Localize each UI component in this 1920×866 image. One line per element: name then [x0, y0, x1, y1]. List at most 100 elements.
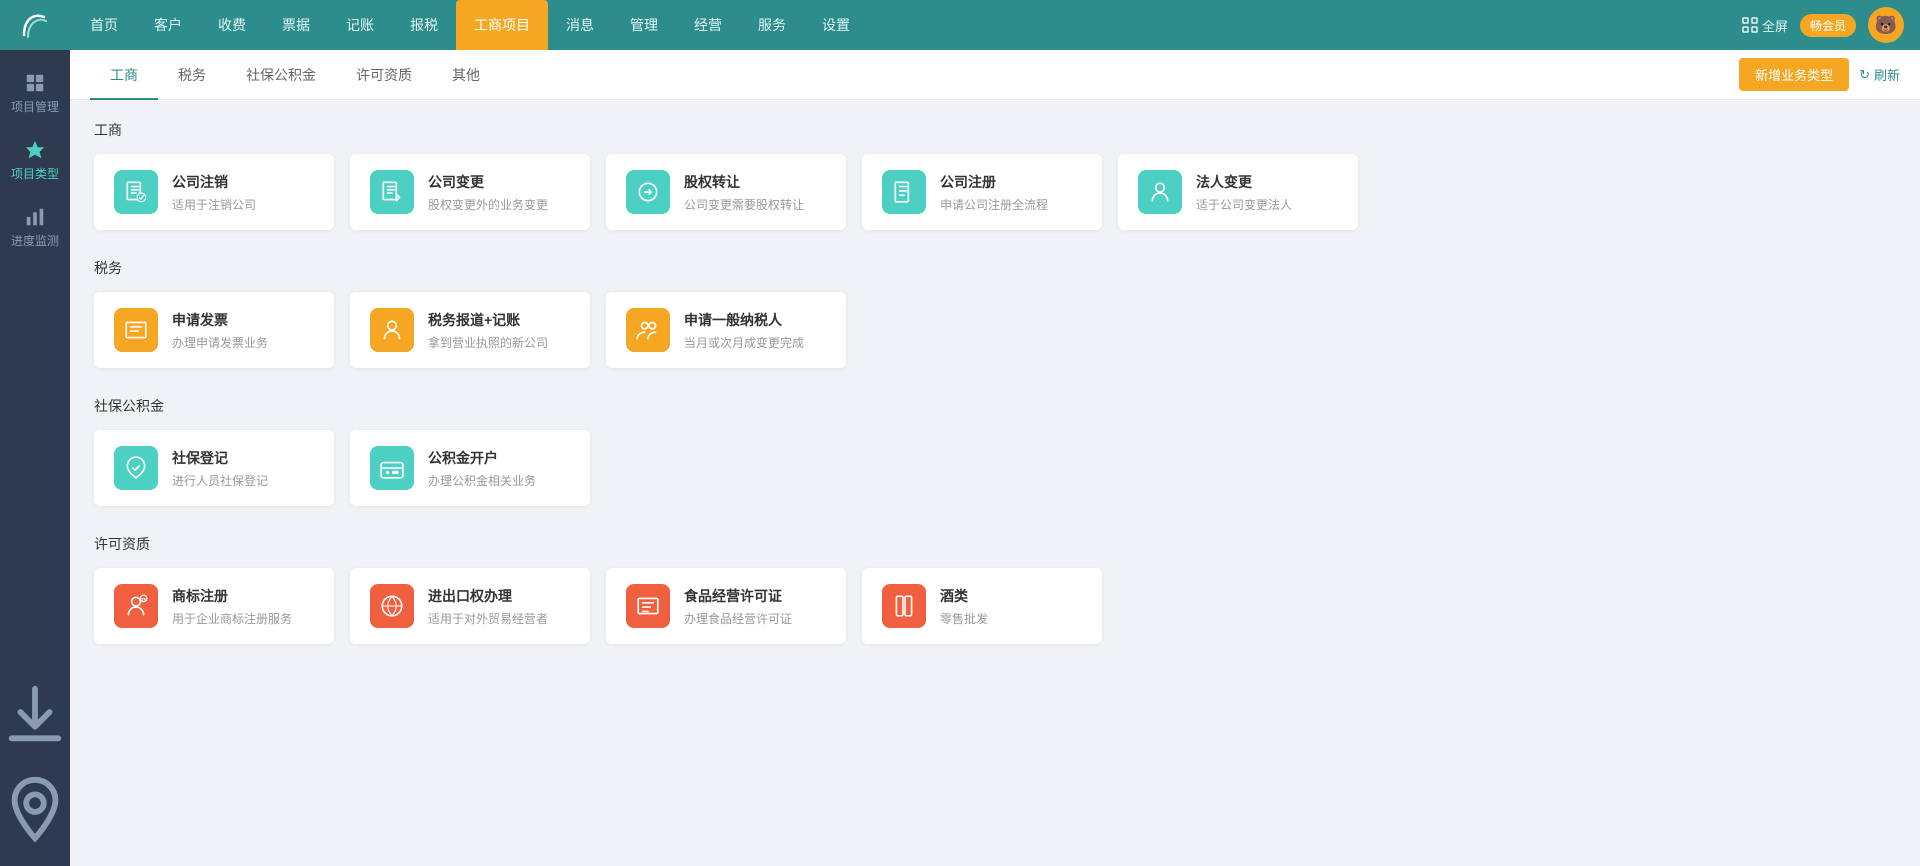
cards-grid-shebao: 社保登记 进行人员社保登记 公积金开户: [94, 430, 1896, 506]
sidebar-label-type: 项目类型: [11, 165, 59, 182]
card-icon-import-export: [370, 584, 414, 628]
fullscreen-label: 全屏: [1762, 16, 1788, 35]
card-desc-trademark: 用于企业商标注册服务: [172, 610, 292, 627]
scroll-content[interactable]: 工商 公司注销 适用于注销公司: [70, 100, 1920, 866]
card-info-apply-invoice: 申请发票 办理申请发票业务: [172, 310, 268, 351]
card-icon-equity-transfer: [626, 170, 670, 214]
card-company-change[interactable]: 公司变更 股权变更外的业务变更: [350, 154, 590, 230]
top-navigation: 首页客户收费票据记账报税工商项目消息管理经营服务设置 全屏 畅会员 🐻: [0, 0, 1920, 50]
refresh-button[interactable]: ↻ 刷新: [1859, 65, 1900, 84]
card-icon-food-license: [626, 584, 670, 628]
card-desc-company-cancel: 适用于注销公司: [172, 196, 256, 213]
card-food-license[interactable]: 食品经营许可证 办理食品经营许可证: [606, 568, 846, 644]
card-trademark[interactable]: TM 商标注册 用于企业商标注册服务: [94, 568, 334, 644]
top-nav-item-0[interactable]: 首页: [72, 0, 136, 50]
sidebar-item-project-type[interactable]: 项目类型: [0, 127, 70, 194]
card-alcohol[interactable]: 酒类 零售批发: [862, 568, 1102, 644]
card-title-import-export: 进出口权办理: [428, 586, 548, 606]
top-nav-item-10[interactable]: 服务: [740, 0, 804, 50]
card-title-social-insurance: 社保登记: [172, 448, 268, 468]
card-icon-legal-change: [1138, 170, 1182, 214]
card-icon-company-change: [370, 170, 414, 214]
sidebar-location[interactable]: [0, 762, 70, 856]
sidebar-bottom: [0, 668, 70, 866]
card-desc-provident-fund: 办理公积金相关业务: [428, 472, 536, 489]
card-icon-alcohol: [882, 584, 926, 628]
cards-grid-gongshang: 公司注销 适用于注销公司 公司变更 股权变更外的业务变更: [94, 154, 1896, 230]
card-desc-social-insurance: 进行人员社保登记: [172, 472, 268, 489]
card-title-apply-invoice: 申请发票: [172, 310, 268, 330]
sidebar-download[interactable]: [0, 668, 70, 762]
card-desc-tax-report: 拿到营业执照的新公司: [428, 334, 548, 351]
card-icon-tax-report: [370, 308, 414, 352]
card-info-general-taxpayer: 申请一般纳税人 当月或次月成变更完成: [684, 310, 804, 351]
card-icon-company-register: [882, 170, 926, 214]
section-title-shuiwu: 税务: [94, 258, 1896, 278]
top-nav-item-6[interactable]: 工商项目: [456, 0, 548, 50]
sidebar: 项目管理 项目类型 进度监测: [0, 50, 70, 866]
top-nav-item-11[interactable]: 设置: [804, 0, 868, 50]
card-title-company-cancel: 公司注销: [172, 172, 256, 192]
card-general-taxpayer[interactable]: 申请一般纳税人 当月或次月成变更完成: [606, 292, 846, 368]
card-desc-food-license: 办理食品经营许可证: [684, 610, 792, 627]
card-desc-company-register: 申请公司注册全流程: [940, 196, 1048, 213]
card-icon-trademark: TM: [114, 584, 158, 628]
tab-bar: 工商 税务 社保公积金 许可资质 其他 新增业务类型 ↻ 刷新: [70, 50, 1920, 100]
card-apply-invoice[interactable]: 申请发票 办理申请发票业务: [94, 292, 334, 368]
card-info-company-register: 公司注册 申请公司注册全流程: [940, 172, 1048, 213]
fullscreen-button[interactable]: 全屏: [1742, 16, 1788, 35]
sidebar-item-progress-monitor[interactable]: 进度监测: [0, 194, 70, 261]
card-desc-company-change: 股权变更外的业务变更: [428, 196, 548, 213]
card-info-social-insurance: 社保登记 进行人员社保登记: [172, 448, 268, 489]
section-title-xuke: 许可资质: [94, 534, 1896, 554]
vip-label: 畅会员: [1810, 19, 1846, 33]
top-nav-item-8[interactable]: 管理: [612, 0, 676, 50]
tab-gongshang[interactable]: 工商: [90, 50, 158, 100]
tab-other[interactable]: 其他: [432, 50, 500, 100]
card-title-company-register: 公司注册: [940, 172, 1048, 192]
refresh-label: 刷新: [1874, 65, 1900, 84]
card-tax-report[interactable]: 税务报道+记账 拿到营业执照的新公司: [350, 292, 590, 368]
card-info-trademark: 商标注册 用于企业商标注册服务: [172, 586, 292, 627]
card-icon-general-taxpayer: [626, 308, 670, 352]
tab-shuiwu[interactable]: 税务: [158, 50, 226, 100]
top-nav-right: 全屏 畅会员 🐻: [1742, 7, 1904, 43]
card-social-insurance[interactable]: 社保登记 进行人员社保登记: [94, 430, 334, 506]
sidebar-label-monitor: 进度监测: [11, 232, 59, 249]
section-title-shebao: 社保公积金: [94, 396, 1896, 416]
nav-items: 首页客户收费票据记账报税工商项目消息管理经营服务设置: [72, 0, 1742, 50]
card-provident-fund[interactable]: 公积金开户 办理公积金相关业务: [350, 430, 590, 506]
top-nav-item-2[interactable]: 收费: [200, 0, 264, 50]
card-legal-change[interactable]: 法人变更 适于公司变更法人: [1118, 154, 1358, 230]
refresh-icon: ↻: [1859, 67, 1870, 83]
card-company-register[interactable]: 公司注册 申请公司注册全流程: [862, 154, 1102, 230]
tab-shebao[interactable]: 社保公积金: [226, 50, 336, 100]
card-title-trademark: 商标注册: [172, 586, 292, 606]
top-nav-item-7[interactable]: 消息: [548, 0, 612, 50]
top-nav-item-5[interactable]: 报税: [392, 0, 456, 50]
tab-actions: 新增业务类型 ↻ 刷新: [1739, 58, 1900, 91]
card-import-export[interactable]: 进出口权办理 适用于对外贸易经营者: [350, 568, 590, 644]
card-info-company-cancel: 公司注销 适用于注销公司: [172, 172, 256, 213]
sidebar-item-project-management[interactable]: 项目管理: [0, 60, 70, 127]
new-type-button[interactable]: 新增业务类型: [1739, 58, 1849, 91]
card-icon-apply-invoice: [114, 308, 158, 352]
card-info-provident-fund: 公积金开户 办理公积金相关业务: [428, 448, 536, 489]
tab-xuke[interactable]: 许可资质: [336, 50, 432, 100]
card-info-legal-change: 法人变更 适于公司变更法人: [1196, 172, 1292, 213]
card-equity-transfer[interactable]: 股权转让 公司变更需要股权转让: [606, 154, 846, 230]
card-icon-company-cancel: [114, 170, 158, 214]
card-title-provident-fund: 公积金开户: [428, 448, 536, 468]
card-icon-social-insurance: [114, 446, 158, 490]
top-nav-item-4[interactable]: 记账: [328, 0, 392, 50]
user-avatar[interactable]: 🐻: [1868, 7, 1904, 43]
top-nav-item-3[interactable]: 票据: [264, 0, 328, 50]
card-icon-provident-fund: [370, 446, 414, 490]
top-nav-item-9[interactable]: 经营: [676, 0, 740, 50]
card-desc-equity-transfer: 公司变更需要股权转让: [684, 196, 804, 213]
vip-button[interactable]: 畅会员: [1800, 14, 1856, 37]
card-desc-apply-invoice: 办理申请发票业务: [172, 334, 268, 351]
top-nav-item-1[interactable]: 客户: [136, 0, 200, 50]
card-company-cancel[interactable]: 公司注销 适用于注销公司: [94, 154, 334, 230]
content-area: 工商 税务 社保公积金 许可资质 其他 新增业务类型 ↻ 刷新: [70, 50, 1920, 866]
